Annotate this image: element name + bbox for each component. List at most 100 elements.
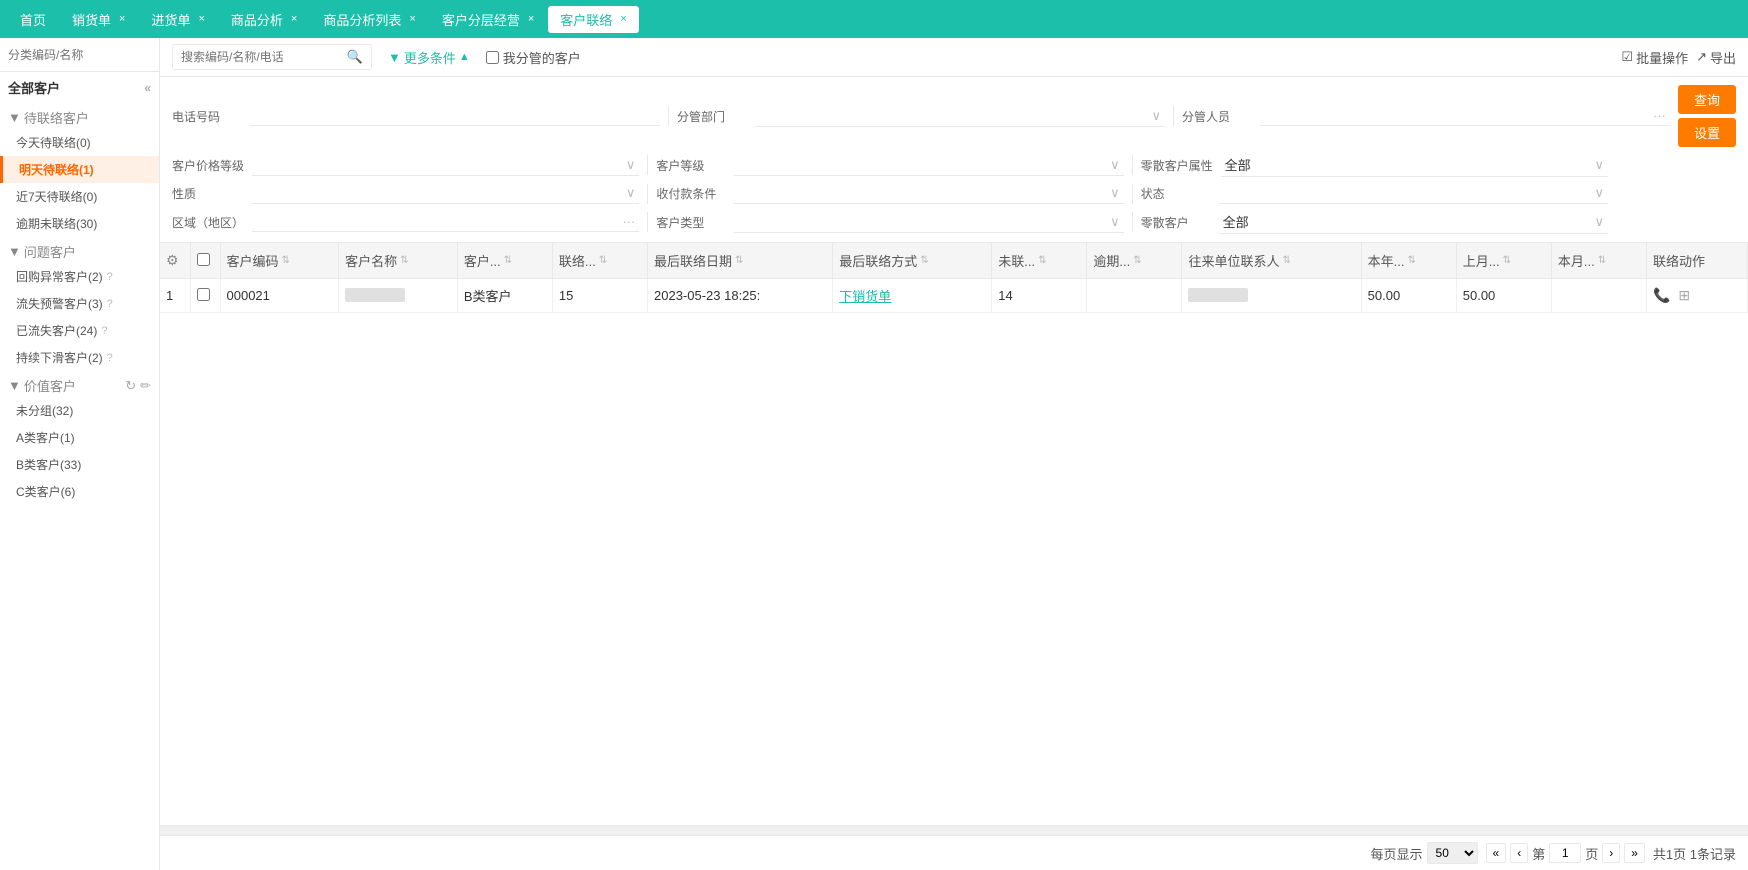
sidebar-item-lost-warning[interactable]: 流失预警客户(3) ? <box>0 290 159 317</box>
row-checkbox[interactable] <box>197 288 210 301</box>
sidebar-item-tomorrow[interactable]: 明天待联络(1) <box>0 156 159 183</box>
sidebar-item-week[interactable]: 近7天待联络(0) <box>0 183 159 210</box>
col-last-contact-date[interactable]: 最后联络日期 ⇅ <box>648 243 833 279</box>
payment-select[interactable]: ∨ <box>734 183 1123 204</box>
per-page-select[interactable]: 50 100 200 <box>1427 842 1478 864</box>
filter-status: 状态 ∨ <box>1141 183 1608 204</box>
customer-level-select[interactable]: ∨ <box>734 155 1123 176</box>
sort-icon-type[interactable]: ⇅ <box>504 255 512 266</box>
sidebar-item-class-b[interactable]: B类客户(33) <box>0 451 159 478</box>
settings-button[interactable]: 设置 <box>1678 118 1736 147</box>
nav-item-analysis[interactable]: 商品分析 × <box>219 6 309 33</box>
department-select[interactable]: ∨ <box>755 106 1165 127</box>
sidebar-item-class-c[interactable]: C类客户(6) <box>0 478 159 505</box>
nav-item-purchase[interactable]: 进货单 × <box>139 6 216 33</box>
sidebar-item-overdue[interactable]: 逾期未联络(30) <box>0 210 159 237</box>
my-customers-checkbox-label[interactable]: 我分管的客户 <box>486 48 581 67</box>
first-page-button[interactable]: « <box>1486 843 1507 863</box>
next-page-button[interactable]: › <box>1602 843 1620 863</box>
edit-icon[interactable]: ✏ <box>140 378 151 394</box>
sidebar-item-declining[interactable]: 持续下滑客户(2) ? <box>0 344 159 371</box>
sort-icon-method[interactable]: ⇅ <box>920 255 928 266</box>
sort-icon-date[interactable]: ⇅ <box>735 255 743 266</box>
close-analysis-icon[interactable]: × <box>291 13 297 25</box>
col-unit-contact[interactable]: 往来单位联系人 ⇅ <box>1182 243 1361 279</box>
toolbar-search-icon[interactable]: 🔍 <box>347 49 363 65</box>
last-page-button[interactable]: » <box>1624 843 1645 863</box>
nav-item-analysis-list[interactable]: 商品分析列表 × <box>311 6 427 33</box>
toolbar-search-input[interactable] <box>181 50 343 64</box>
top-navigation: 首页 销货单 × 进货单 × 商品分析 × 商品分析列表 × 客户分层经营 × … <box>0 0 1748 38</box>
sidebar-item-class-a[interactable]: A类客户(1) <box>0 424 159 451</box>
sort-icon-not-contacted[interactable]: ⇅ <box>1038 255 1046 266</box>
contact-method-link[interactable]: 下销货单 <box>839 289 891 304</box>
customer-type-select[interactable]: ∨ <box>734 212 1123 233</box>
close-sales-icon[interactable]: × <box>119 13 125 25</box>
manager-select[interactable]: ··· <box>1260 106 1670 126</box>
sidebar-item-today[interactable]: 今天待联络(0) <box>0 129 159 156</box>
sidebar-group-value[interactable]: ▼ 价值客户 ↻ ✏ <box>0 371 159 397</box>
price-level-select[interactable]: ∨ <box>252 155 639 176</box>
filter-scattered-attr: 零散客户属性 全部 ∨ <box>1141 153 1608 177</box>
scattered-attr-select[interactable]: 全部 ∨ <box>1221 153 1608 177</box>
page-number-input[interactable] <box>1549 843 1581 863</box>
close-analysis-list-icon[interactable]: × <box>409 13 415 25</box>
query-button[interactable]: 查询 <box>1678 85 1736 114</box>
col-this-year[interactable]: 本年... ⇅ <box>1361 243 1456 279</box>
cell-checkbox <box>190 279 220 313</box>
data-table-area: ⚙ 客户编码 ⇅ 客户名称 <box>160 243 1748 825</box>
phone-input[interactable] <box>250 107 660 126</box>
sidebar-item-ungrouped[interactable]: 未分组(32) <box>0 397 159 424</box>
region-select[interactable]: ··· <box>252 212 639 232</box>
select-all-checkbox[interactable] <box>197 253 210 266</box>
phone-action-icon[interactable]: 📞 <box>1653 287 1670 304</box>
close-purchase-icon[interactable]: × <box>198 13 204 25</box>
refresh-icon[interactable]: ↻ <box>125 378 136 394</box>
close-customer-contact-icon[interactable]: × <box>620 13 626 25</box>
nav-item-customer-contact[interactable]: 客户联络 × <box>548 6 638 33</box>
status-select[interactable]: ∨ <box>1219 183 1608 204</box>
col-not-contacted[interactable]: 未联... ⇅ <box>992 243 1087 279</box>
sort-icon-this-month[interactable]: ⇅ <box>1598 255 1606 266</box>
sidebar-group-pending-contact[interactable]: ▼ 待联络客户 <box>0 103 159 129</box>
sidebar-item-churned[interactable]: 已流失客户(24) ? <box>0 317 159 344</box>
sidebar-search-input[interactable] <box>8 48 160 62</box>
col-this-month[interactable]: 本月... ⇅ <box>1551 243 1646 279</box>
sort-icon-last-month[interactable]: ⇅ <box>1503 255 1511 266</box>
sort-icon-overdue[interactable]: ⇅ <box>1133 255 1141 266</box>
sidebar-group-problem[interactable]: ▼ 问题客户 <box>0 237 159 263</box>
nav-item-home[interactable]: 首页 <box>8 6 58 33</box>
scattered-customer-select[interactable]: 全部 ∨ <box>1219 210 1608 234</box>
table-footer: 每页显示 50 100 200 « ‹ 第 页 › » 共1页 1条记录 <box>160 835 1748 870</box>
batch-operate-button[interactable]: ☑ 批量操作 <box>1621 48 1688 67</box>
col-last-month[interactable]: 上月... ⇅ <box>1456 243 1551 279</box>
col-overdue[interactable]: 逾期... ⇅ <box>1087 243 1182 279</box>
col-customer-code[interactable]: 客户编码 ⇅ <box>220 243 339 279</box>
horizontal-scrollbar[interactable] <box>160 825 1748 835</box>
nature-select[interactable]: ∨ <box>250 183 639 204</box>
gear-icon[interactable]: ⚙ <box>166 252 179 268</box>
sort-icon-this-year[interactable]: ⇅ <box>1408 255 1416 266</box>
sort-icon-name[interactable]: ⇅ <box>400 255 408 266</box>
all-customers-title[interactable]: 全部客户 « <box>0 72 159 103</box>
nav-item-customer-tier[interactable]: 客户分层经营 × <box>430 6 546 33</box>
prev-page-button[interactable]: ‹ <box>1510 843 1528 863</box>
export-button[interactable]: ↗ 导出 <box>1696 48 1736 67</box>
col-customer-name[interactable]: 客户名称 ⇅ <box>339 243 458 279</box>
col-last-contact-method[interactable]: 最后联络方式 ⇅ <box>833 243 992 279</box>
nav-item-sales[interactable]: 销货单 × <box>60 6 137 33</box>
customer-table: ⚙ 客户编码 ⇅ 客户名称 <box>160 243 1748 313</box>
sort-icon-contact[interactable]: ⇅ <box>599 255 607 266</box>
sort-icon-unit-contact[interactable]: ⇅ <box>1282 255 1290 266</box>
close-customer-tier-icon[interactable]: × <box>528 13 534 25</box>
col-contact-count[interactable]: 联络... ⇅ <box>552 243 647 279</box>
filter-region: 区域（地区） ··· <box>172 212 639 232</box>
more-filter-button[interactable]: ▼ 更多条件 ▲ <box>380 45 478 70</box>
grid-action-icon[interactable]: ⊞ <box>1678 287 1690 304</box>
cell-contact-count: 15 <box>552 279 647 313</box>
col-customer-type[interactable]: 客户... ⇅ <box>457 243 552 279</box>
sort-icon-code[interactable]: ⇅ <box>282 255 290 266</box>
my-customers-checkbox[interactable] <box>486 51 499 64</box>
sidebar-item-repurchase-abnormal[interactable]: 回购异常客户(2) ? <box>0 263 159 290</box>
export-icon: ↗ <box>1696 49 1707 65</box>
